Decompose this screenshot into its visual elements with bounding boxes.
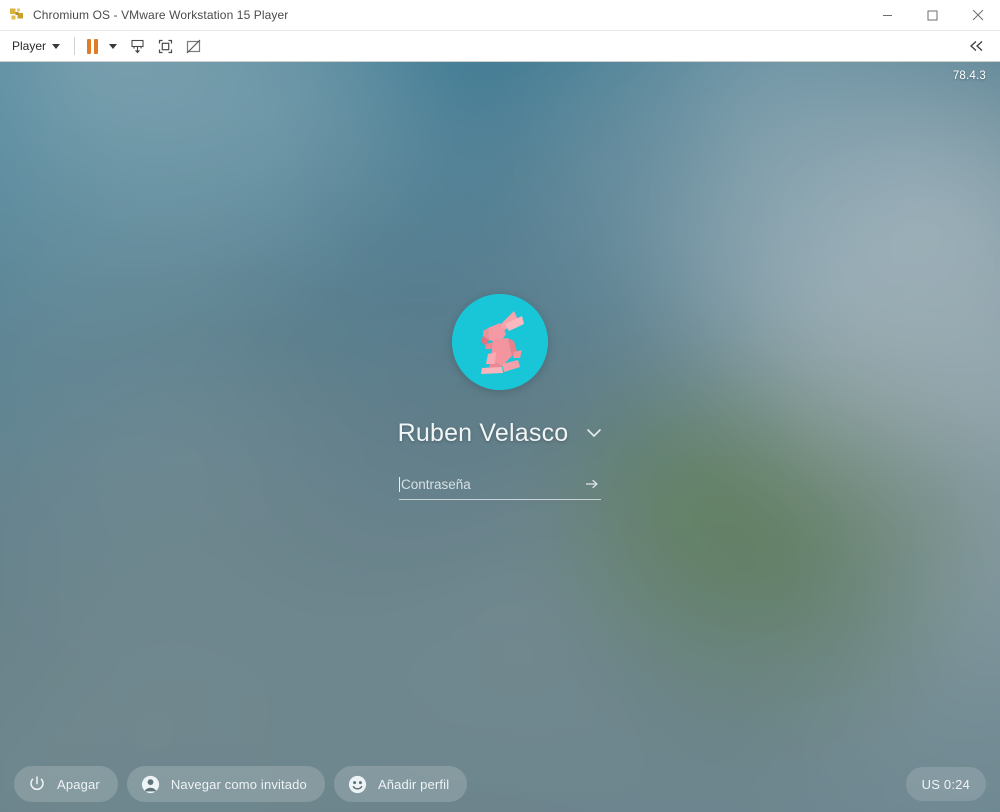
password-field-row[interactable] <box>399 475 601 500</box>
chromeos-shelf: Apagar Navegar como invitado Añadir perf… <box>0 756 1000 812</box>
vmware-player-window: Chromium OS - VMware Workstation 15 Play… <box>0 0 1000 812</box>
password-submit-button[interactable] <box>583 475 601 493</box>
chevron-down-icon[interactable] <box>586 425 602 443</box>
add-profile-button[interactable]: Añadir perfil <box>333 766 468 802</box>
pause-button[interactable] <box>84 37 101 56</box>
avatar[interactable] <box>452 294 548 390</box>
pause-icon <box>87 38 92 54</box>
send-ctrl-alt-del-button[interactable] <box>123 34 151 58</box>
browse-as-guest-label: Navegar como invitado <box>170 776 307 792</box>
chevron-down-icon <box>52 43 61 49</box>
shutdown-button[interactable]: Apagar <box>14 766 118 802</box>
player-toolbar: Player <box>0 31 1000 62</box>
add-profile-label: Añadir perfil <box>377 776 450 792</box>
power-icon <box>28 775 46 793</box>
user-selector[interactable]: Ruben Velasco <box>398 419 603 448</box>
pause-dropdown-chevron-icon[interactable] <box>109 43 118 49</box>
password-input[interactable] <box>401 476 583 492</box>
status-tray-text: US 0:24 <box>921 776 970 792</box>
vmware-icon <box>9 7 25 23</box>
pause-icon-bar2 <box>94 38 99 54</box>
browse-as-guest-button[interactable]: Navegar como invitado <box>126 766 325 802</box>
close-button[interactable] <box>955 0 1000 31</box>
shelf-buttons: Apagar Navegar como invitado Añadir perf… <box>14 766 468 802</box>
toolbar-divider <box>74 37 76 55</box>
unity-mode-button[interactable] <box>179 34 207 58</box>
chromium-os-login-screen: 78.4.3 Ruben Velasco Apagar Navegar como… <box>0 62 1000 812</box>
player-menu-label: Player <box>12 39 47 53</box>
minimize-button[interactable] <box>865 0 910 31</box>
status-tray[interactable]: US 0:24 <box>905 767 986 801</box>
add-profile-face-icon <box>348 775 367 794</box>
maximize-button[interactable] <box>910 0 955 31</box>
text-cursor <box>399 476 400 492</box>
window-controls <box>865 0 1000 31</box>
person-icon <box>141 775 160 794</box>
user-login-pod: Ruben Velasco <box>0 294 1000 500</box>
fullscreen-button[interactable] <box>151 34 179 58</box>
window-title: Chromium OS - VMware Workstation 15 Play… <box>33 8 289 22</box>
collapse-toolbar-button[interactable] <box>964 34 990 58</box>
shutdown-label: Apagar <box>57 776 100 792</box>
player-menu-button[interactable]: Player <box>9 36 65 56</box>
origami-rabbit-avatar <box>452 294 548 390</box>
window-titlebar: Chromium OS - VMware Workstation 15 Play… <box>0 0 1000 31</box>
username-label: Ruben Velasco <box>397 419 569 447</box>
os-version-badge: 78.4.3 <box>952 70 986 82</box>
arrow-right-icon <box>586 479 598 489</box>
